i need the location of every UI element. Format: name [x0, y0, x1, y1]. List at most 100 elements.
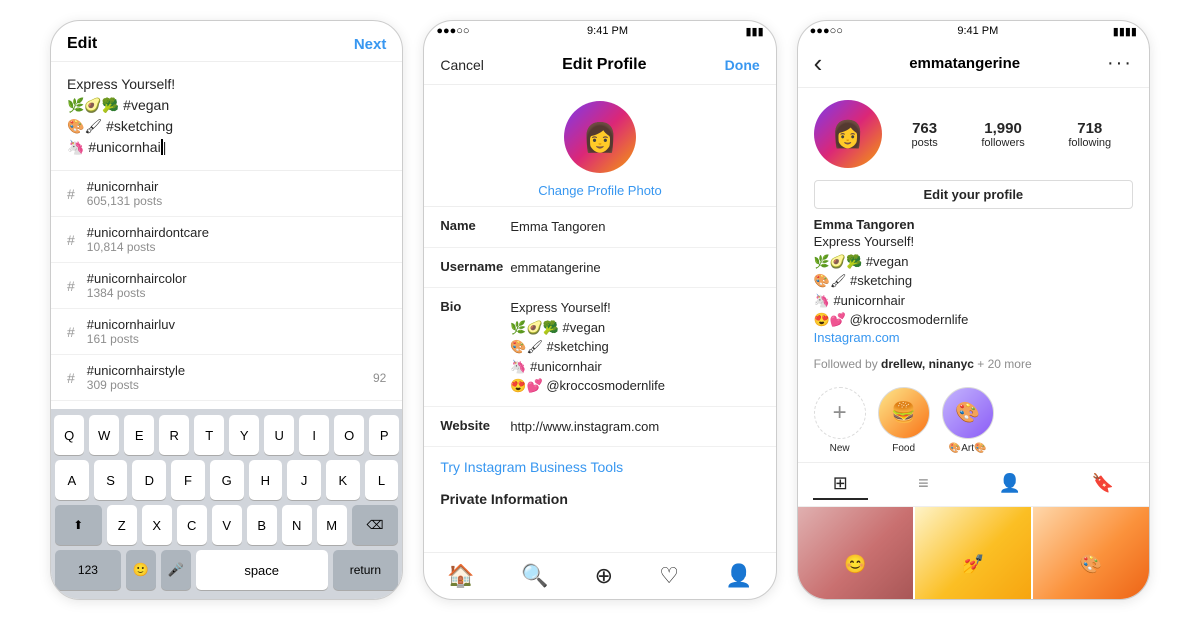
followed-by-names: drellew, ninanyc — [881, 357, 974, 371]
keyboard[interactable]: Q W E R T Y U I O P A S D F G H J K L — [51, 409, 402, 599]
screen3-status: ●●●○○ 9:41 PM ▮▮▮▮ — [798, 21, 1149, 42]
screen1-phone: Edit Next Express Yourself! 🌿🥑🥦 #vegan 🎨… — [50, 20, 403, 600]
key-backspace[interactable]: ⌫ — [352, 505, 399, 545]
key-o[interactable]: O — [334, 415, 364, 455]
stat-followers[interactable]: 1,990 followers — [981, 120, 1024, 149]
key-q[interactable]: Q — [54, 415, 84, 455]
key-e[interactable]: E — [124, 415, 154, 455]
key-v[interactable]: V — [212, 505, 242, 545]
hashtag-item[interactable]: # #unicornhairluv 161 posts — [51, 309, 402, 355]
key-k[interactable]: K — [326, 460, 360, 500]
screen2-header: Cancel Edit Profile Done — [424, 42, 775, 85]
back-button[interactable]: ‹ — [814, 48, 823, 79]
key-x[interactable]: X — [142, 505, 172, 545]
profile-avatar: 👩 — [564, 101, 636, 173]
hashtag-item[interactable]: # #unicornhair 605,131 posts — [51, 171, 402, 217]
key-emoji[interactable]: 🙂 — [126, 550, 156, 590]
key-u[interactable]: U — [264, 415, 294, 455]
posts-count: 763 — [911, 120, 937, 137]
photo-grid: 😊 💅 🎨 — [798, 507, 1149, 601]
nav-heart-icon[interactable]: ♡ — [659, 563, 679, 589]
screen2-title: Edit Profile — [562, 56, 646, 74]
grid-tab-tagged[interactable]: 👤 — [979, 469, 1041, 500]
key-z[interactable]: Z — [107, 505, 137, 545]
key-a[interactable]: A — [55, 460, 89, 500]
screen3-phone: ●●●○○ 9:41 PM ▮▮▮▮ ‹ emmatangerine ··· 👩… — [797, 20, 1150, 600]
private-info-label: Private Information — [424, 487, 775, 515]
key-w[interactable]: W — [89, 415, 119, 455]
change-photo-button[interactable]: Change Profile Photo — [538, 183, 662, 198]
profile-stats: 👩 763 posts 1,990 followers 718 followin… — [798, 88, 1149, 180]
field-value-website[interactable]: http://www.instagram.com — [510, 417, 759, 437]
hashtag-name: #unicornhairluv — [87, 317, 387, 332]
cancel-button[interactable]: Cancel — [440, 57, 484, 73]
highlight-art[interactable]: 🎨 🎨Art🎨 — [942, 387, 994, 454]
key-g[interactable]: G — [210, 460, 244, 500]
field-website: Website http://www.instagram.com — [424, 407, 775, 448]
key-y[interactable]: Y — [229, 415, 259, 455]
highlight-food[interactable]: 🍔 Food — [878, 387, 930, 454]
bio-link[interactable]: Instagram.com — [814, 330, 1133, 345]
nav-profile-icon[interactable]: 👤 — [725, 563, 752, 589]
grid-tab-saved[interactable]: 🔖 — [1071, 469, 1133, 500]
hashtag-item[interactable]: # #unicornhaircolor 1384 posts — [51, 263, 402, 309]
field-value-username[interactable]: emmatangerine — [510, 258, 759, 278]
photo-cell-1[interactable]: 😊 — [798, 507, 914, 601]
grid-tab-list[interactable]: ≡ — [898, 469, 949, 500]
bio-line2: 🌿🥑🥦 #vegan — [67, 95, 386, 116]
edit-text-area[interactable]: Express Yourself! 🌿🥑🥦 #vegan 🎨🖌 #sketchi… — [51, 62, 402, 171]
key-d[interactable]: D — [132, 460, 166, 500]
kb-row-2: A S D F G H J K L — [55, 460, 398, 500]
next-button[interactable]: Next — [354, 36, 387, 53]
edit-profile-button[interactable]: Edit your profile — [814, 180, 1133, 209]
hashtag-count: 309 posts — [87, 378, 373, 392]
done-button[interactable]: Done — [725, 57, 760, 73]
field-label-name: Name — [440, 217, 510, 233]
highlight-new[interactable]: + New — [814, 387, 866, 454]
stat-following[interactable]: 718 following — [1068, 120, 1111, 149]
nav-home-icon[interactable]: 🏠 — [447, 563, 474, 589]
key-123[interactable]: 123 — [55, 550, 121, 590]
field-value-bio[interactable]: Express Yourself! 🌿🥑🥦 #vegan 🎨🖌 #sketchi… — [510, 298, 759, 396]
field-value-name[interactable]: Emma Tangoren — [510, 217, 759, 237]
s3-status-time: 9:41 PM — [957, 25, 998, 38]
key-n[interactable]: N — [282, 505, 312, 545]
followers-count: 1,990 — [981, 120, 1024, 137]
grid-tab-grid[interactable]: ⊞ — [813, 469, 868, 500]
more-options-icon[interactable]: ··· — [1107, 52, 1133, 75]
photo-cell-2[interactable]: 💅 — [915, 507, 1031, 601]
followed-by: Followed by drellew, ninanyc + 20 more — [798, 353, 1149, 379]
nav-search-icon[interactable]: 🔍 — [521, 563, 548, 589]
key-i[interactable]: I — [299, 415, 329, 455]
key-m[interactable]: M — [317, 505, 347, 545]
kb-row-4: 123 🙂 🎤 space return — [55, 550, 398, 590]
stat-posts[interactable]: 763 posts — [911, 120, 937, 149]
key-t[interactable]: T — [194, 415, 224, 455]
key-s[interactable]: S — [94, 460, 128, 500]
screen1-header: Edit Next — [51, 21, 402, 62]
business-tools-link[interactable]: Try Instagram Business Tools — [424, 447, 775, 487]
field-label-username: Username — [440, 258, 510, 274]
hashtag-item[interactable]: # #unicornhairdontcare 10,814 posts — [51, 217, 402, 263]
nav-add-icon[interactable]: ⊕ — [595, 563, 613, 589]
key-shift[interactable]: ⬆ — [55, 505, 102, 545]
key-l[interactable]: L — [365, 460, 399, 500]
hashtag-list: # #unicornhair 605,131 posts # #unicornh… — [51, 171, 402, 409]
key-h[interactable]: H — [249, 460, 283, 500]
photo-cell-3[interactable]: 🎨 — [1033, 507, 1149, 601]
key-c[interactable]: C — [177, 505, 207, 545]
key-f[interactable]: F — [171, 460, 205, 500]
bio-text: Express Yourself! 🌿🥑🥦 #vegan 🎨🖌 #sketchi… — [814, 232, 1133, 330]
hashtag-count: 605,131 posts — [87, 194, 387, 208]
key-b[interactable]: B — [247, 505, 277, 545]
profile-photo-section: 👩 Change Profile Photo — [424, 85, 775, 207]
key-return[interactable]: return — [333, 550, 399, 590]
key-mic[interactable]: 🎤 — [161, 550, 191, 590]
key-p[interactable]: P — [369, 415, 399, 455]
hashtag-item[interactable]: # #unicornhairstyle 309 posts 92 — [51, 355, 402, 401]
key-space[interactable]: space — [196, 550, 328, 590]
profile-picture-large[interactable]: 👩 — [814, 100, 882, 168]
key-j[interactable]: J — [287, 460, 321, 500]
key-r[interactable]: R — [159, 415, 189, 455]
following-label: following — [1068, 137, 1111, 149]
